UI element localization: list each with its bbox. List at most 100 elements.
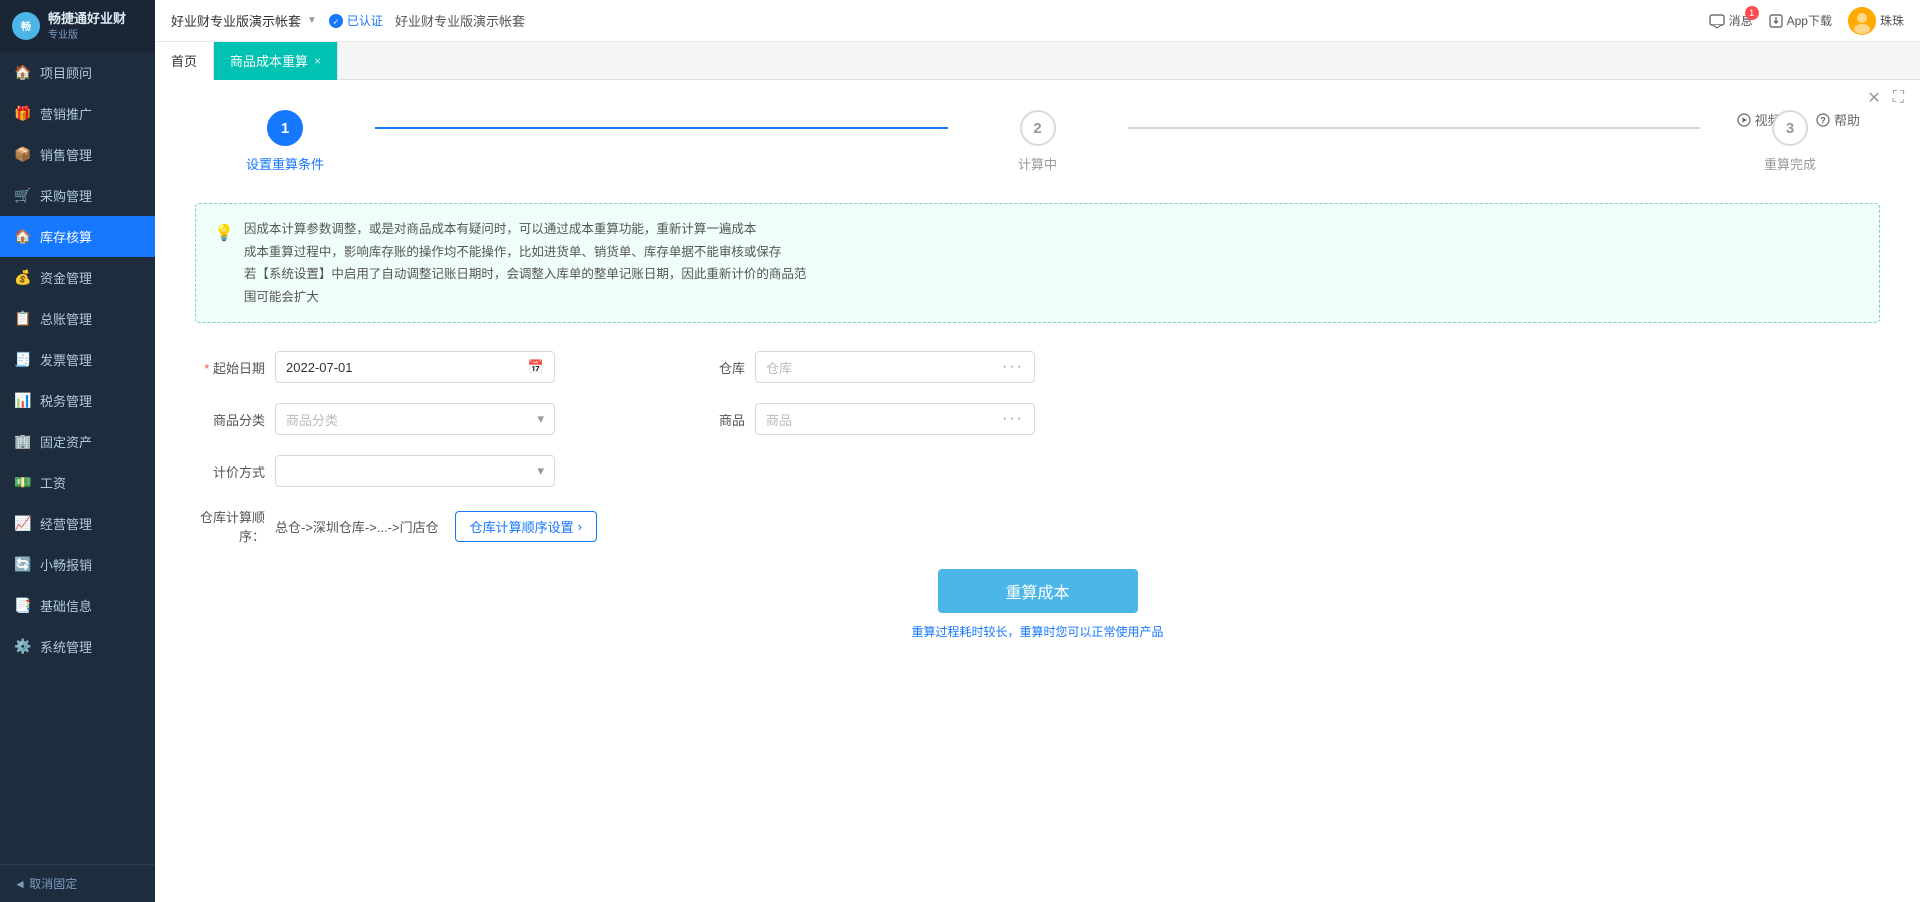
pricing-select[interactable]: ▾ xyxy=(275,455,555,487)
sidebar-item-label: 经营管理 xyxy=(40,514,92,533)
username: 珠珠 xyxy=(1880,12,1904,29)
step-1-number: 1 xyxy=(281,120,289,137)
recalc-button[interactable]: 重算成本 xyxy=(938,569,1138,613)
info-icon: 💡 xyxy=(214,220,234,308)
sidebar-item-label: 小畅报销 xyxy=(40,555,92,574)
sidebar: 畅 畅捷通好业财 专业版 🏠 项目顾问 🎁 营销推广 📦 销售管理 🛒 采购管理… xyxy=(0,0,155,902)
main-content: 好业财专业版演示帐套 ▼ ✓ 已认证 好业财专业版演示帐套 消息 1 App下载 xyxy=(155,0,1920,902)
pricing-label: 计价方式 xyxy=(195,462,275,481)
info-text: 因成本计算参数调整，或是对商品成本有疑问时，可以通过成本重算功能，重新计算一遍成… xyxy=(244,218,807,308)
product-group: 商品 商品 ··· xyxy=(675,403,1095,435)
product-input[interactable]: 商品 ··· xyxy=(755,403,1035,435)
tab-recalc-label: 商品成本重算 xyxy=(230,51,308,70)
step-1: 1 设置重算条件 xyxy=(195,110,375,173)
tab-bar: 首页 商品成本重算 × xyxy=(155,42,1920,80)
step-3-number: 3 xyxy=(1786,120,1794,137)
category-placeholder: 商品分类 xyxy=(286,410,338,429)
sidebar-item-purchase[interactable]: 🛒 采购管理 xyxy=(0,175,155,216)
step-2: 2 计算中 xyxy=(948,110,1128,173)
warehouse-label: 仓库 xyxy=(675,358,755,377)
verified-label: 已认证 xyxy=(347,12,383,29)
product-placeholder: 商品 xyxy=(766,410,792,429)
sidebar-item-label: 资金管理 xyxy=(40,268,92,287)
sidebar-item-label: 税务管理 xyxy=(40,391,92,410)
recalc-section: 重算成本 重算过程耗时较长，重算时您可以正常使用产品 xyxy=(195,569,1880,640)
sidebar-item-invoice[interactable]: 🧾 发票管理 xyxy=(0,339,155,380)
account-name: 好业财专业版演示帐套 xyxy=(171,11,301,30)
sidebar-item-label: 营销推广 xyxy=(40,104,92,123)
step-line-1 xyxy=(375,127,948,129)
step-2-label: 计算中 xyxy=(1018,154,1057,173)
tab-home-label: 首页 xyxy=(171,51,197,70)
info-line-1: 因成本计算参数调整，或是对商品成本有疑问时，可以通过成本重算功能，重新计算一遍成… xyxy=(244,218,807,241)
account-selector[interactable]: 好业财专业版演示帐套 ▼ xyxy=(171,11,317,30)
invoice-icon: 🧾 xyxy=(14,351,32,368)
sidebar-item-basic[interactable]: 📑 基础信息 xyxy=(0,585,155,626)
step-2-circle: 2 xyxy=(1020,110,1056,146)
message-button[interactable]: 消息 1 xyxy=(1709,12,1753,29)
project-icon: 🏠 xyxy=(14,64,32,81)
steps-bar: 1 设置重算条件 2 计算中 3 重算完成 xyxy=(195,110,1880,173)
step-2-number: 2 xyxy=(1033,120,1041,137)
warehouse-group: 仓库 仓库 ··· xyxy=(675,351,1095,383)
sidebar-item-label: 销售管理 xyxy=(40,145,92,164)
sidebar-item-system[interactable]: ⚙️ 系统管理 xyxy=(0,626,155,667)
sidebar-item-expense[interactable]: 🔄 小畅报销 xyxy=(0,544,155,585)
sidebar-item-label: 工资 xyxy=(40,473,66,492)
sidebar-item-label: 总账管理 xyxy=(40,309,92,328)
step-1-circle: 1 xyxy=(267,110,303,146)
basic-icon: 📑 xyxy=(14,597,32,614)
sidebar-item-accounting[interactable]: 📋 总账管理 xyxy=(0,298,155,339)
sales-icon: 📦 xyxy=(14,146,32,163)
warehouse-input[interactable]: 仓库 ··· xyxy=(755,351,1035,383)
info-line-3: 若【系统设置】中启用了自动调整记账日期时，会调整入库单的整单记账日期，因此重新计… xyxy=(244,263,807,286)
sidebar-item-label: 基础信息 xyxy=(40,596,92,615)
system-icon: ⚙️ xyxy=(14,638,32,655)
sidebar-item-salary[interactable]: 💵 工资 xyxy=(0,462,155,503)
form-row-3: 计价方式 ▾ xyxy=(195,455,1095,487)
start-date-value: 2022-07-01 xyxy=(286,360,353,375)
info-box: 💡 因成本计算参数调整，或是对商品成本有疑问时，可以通过成本重算功能，重新计算一… xyxy=(195,203,1880,323)
sidebar-pin-toggle[interactable]: ◄ 取消固定 xyxy=(0,864,155,902)
salary-icon: 💵 xyxy=(14,474,32,491)
app-download-button[interactable]: App下载 xyxy=(1769,12,1832,29)
start-date-input[interactable]: 2022-07-01 📅 xyxy=(275,351,555,383)
step-3: 3 重算完成 xyxy=(1700,110,1880,173)
sidebar-app-subtitle: 专业版 xyxy=(48,26,126,41)
tab-recalc[interactable]: 商品成本重算 × xyxy=(214,42,338,80)
sidebar-item-assets[interactable]: 🏢 固定资产 xyxy=(0,421,155,462)
category-group: 商品分类 商品分类 ▾ xyxy=(195,403,615,435)
step-3-circle: 3 xyxy=(1772,110,1808,146)
info-line-4: 围可能会扩大 xyxy=(244,286,807,309)
sidebar-item-sales[interactable]: 📦 销售管理 xyxy=(0,134,155,175)
product-more-icon: ··· xyxy=(1002,410,1024,428)
step-line-2 xyxy=(1128,127,1701,129)
start-date-group: 起始日期 2022-07-01 📅 xyxy=(195,351,615,383)
calc-order-settings-button[interactable]: 仓库计算顺序设置 › xyxy=(455,511,597,542)
start-date-label: 起始日期 xyxy=(195,358,275,377)
marketing-icon: 🎁 xyxy=(14,105,32,122)
expand-window-button[interactable]: ⛶ xyxy=(1893,89,1904,107)
category-select[interactable]: 商品分类 ▾ xyxy=(275,403,555,435)
sidebar-item-label: 库存核算 xyxy=(40,227,92,246)
warehouse-placeholder: 仓库 xyxy=(766,358,792,377)
sidebar-item-marketing[interactable]: 🎁 营销推广 xyxy=(0,93,155,134)
sidebar-item-label: 采购管理 xyxy=(40,186,92,205)
tab-home[interactable]: 首页 xyxy=(155,42,214,80)
sidebar-item-label: 系统管理 xyxy=(40,637,92,656)
sidebar-item-inventory[interactable]: 🏠 库存核算 xyxy=(0,216,155,257)
sidebar-item-tax[interactable]: 📊 税务管理 xyxy=(0,380,155,421)
close-window-button[interactable]: ✕ xyxy=(1867,88,1880,108)
user-avatar-button[interactable]: 珠珠 xyxy=(1848,7,1904,35)
calc-order-label: 仓库计算顺序： xyxy=(195,507,275,545)
topbar: 好业财专业版演示帐套 ▼ ✓ 已认证 好业财专业版演示帐套 消息 1 App下载 xyxy=(155,0,1920,42)
sidebar-title-block: 畅捷通好业财 专业版 xyxy=(48,11,126,42)
sidebar-item-finance[interactable]: 💰 资金管理 xyxy=(0,257,155,298)
expense-icon: 🔄 xyxy=(14,556,32,573)
page-content: ✕ ⛶ 视频 | ? 帮助 1 设置重算条件 xyxy=(155,80,1920,902)
pricing-group: 计价方式 ▾ xyxy=(195,455,1095,487)
tax-icon: 📊 xyxy=(14,392,32,409)
tab-close-icon[interactable]: × xyxy=(314,54,321,68)
sidebar-item-operations[interactable]: 📈 经营管理 xyxy=(0,503,155,544)
sidebar-item-project[interactable]: 🏠 项目顾问 xyxy=(0,52,155,93)
